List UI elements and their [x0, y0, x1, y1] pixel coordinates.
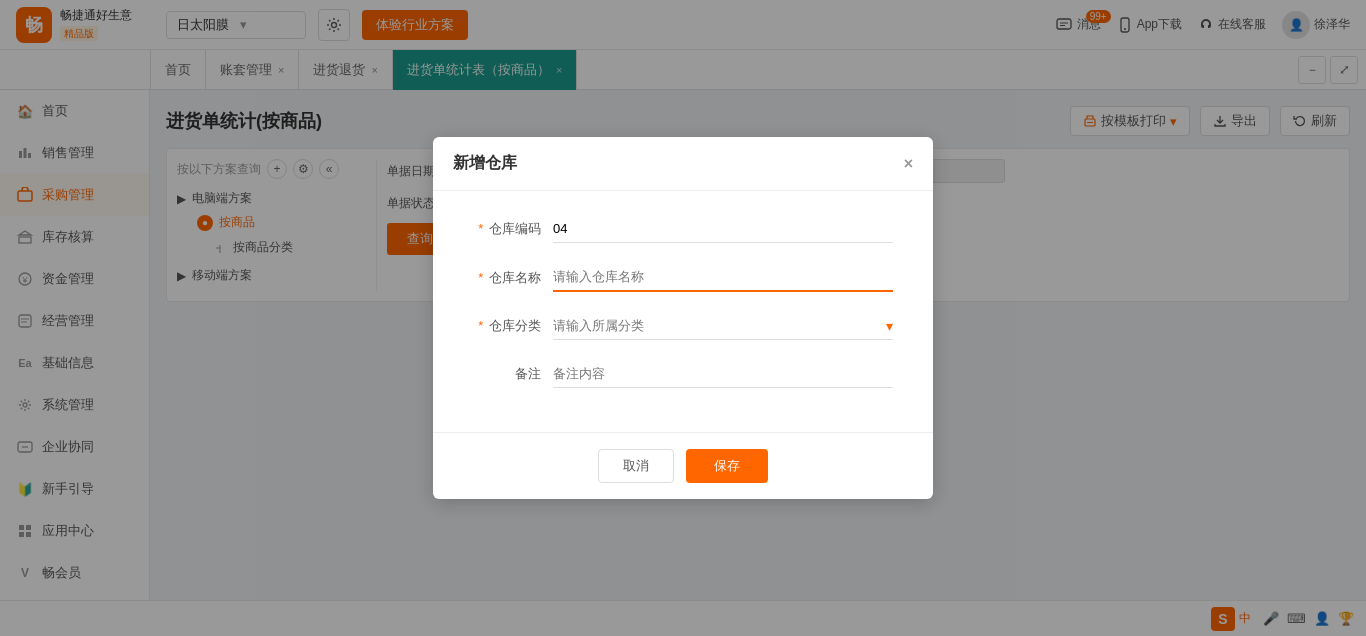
dialog-new-warehouse: 新增仓库 × * 仓库编码 * 仓库名称 — [433, 137, 933, 499]
form-row-code: * 仓库编码 — [473, 215, 893, 243]
code-input[interactable] — [553, 215, 893, 243]
category-dropdown-arrow[interactable]: ▾ — [886, 318, 893, 334]
notes-input[interactable] — [553, 360, 893, 388]
dialog-header: 新增仓库 × — [433, 137, 933, 191]
name-label-text: 仓库名称 — [489, 270, 541, 285]
name-label: * 仓库名称 — [473, 269, 553, 287]
category-required-star: * — [478, 318, 483, 333]
dialog-title: 新增仓库 — [453, 153, 517, 174]
category-select-wrap: ▾ — [553, 312, 893, 340]
dialog-body: * 仓库编码 * 仓库名称 * 仓库分类 — [433, 191, 933, 432]
name-required-star: * — [478, 270, 483, 285]
save-button[interactable]: 保存 — [686, 449, 768, 483]
notes-label-text: 备注 — [515, 366, 541, 381]
form-row-category: * 仓库分类 ▾ — [473, 312, 893, 340]
category-label: * 仓库分类 — [473, 317, 553, 335]
form-row-name: * 仓库名称 — [473, 263, 893, 292]
dialog-close-button[interactable]: × — [904, 155, 913, 173]
code-label-text: 仓库编码 — [489, 221, 541, 236]
notes-label: 备注 — [473, 365, 553, 383]
modal-overlay[interactable]: 新增仓库 × * 仓库编码 * 仓库名称 — [0, 0, 1366, 636]
form-row-notes: 备注 — [473, 360, 893, 388]
category-label-text: 仓库分类 — [489, 318, 541, 333]
dialog-footer: 取消 保存 — [433, 432, 933, 499]
code-label: * 仓库编码 — [473, 220, 553, 238]
name-input[interactable] — [553, 263, 893, 292]
code-required-star: * — [478, 221, 483, 236]
category-input[interactable] — [553, 312, 886, 339]
cancel-button[interactable]: 取消 — [598, 449, 674, 483]
